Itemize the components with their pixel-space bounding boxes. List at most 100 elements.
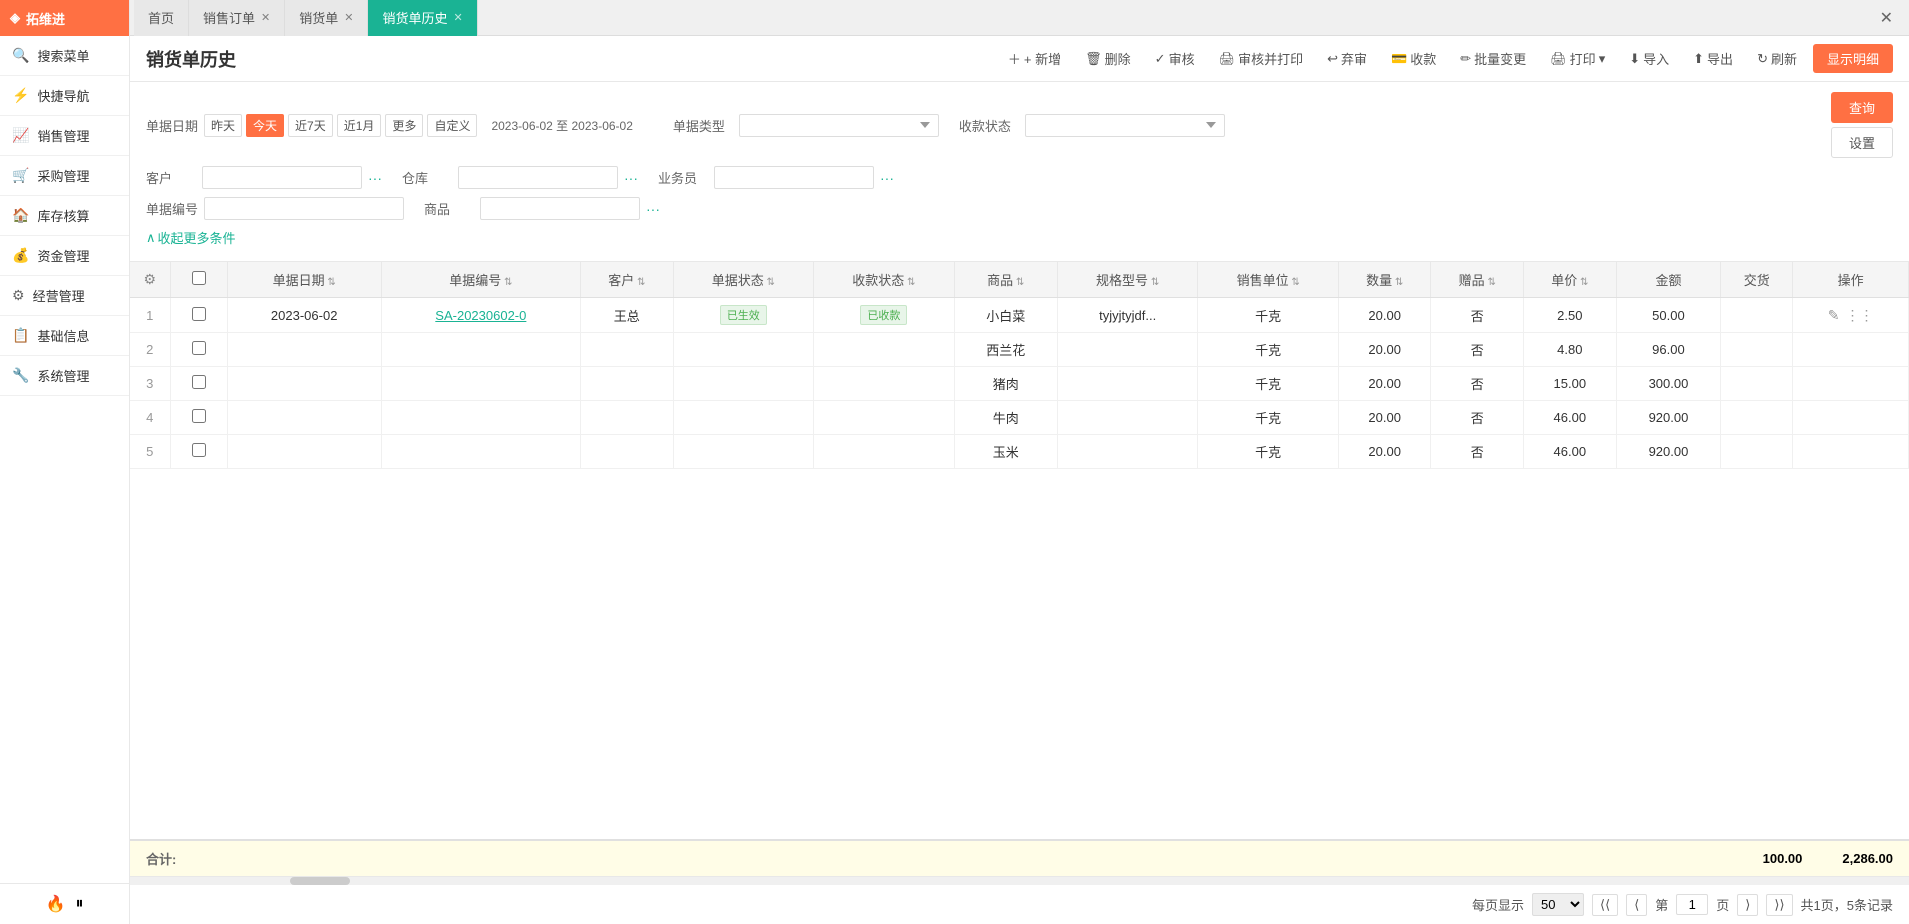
sidebar-item-finance-mgmt[interactable]: 💰 资金管理 [0,236,129,276]
date-yesterday-btn[interactable]: 昨天 [204,114,242,137]
col-customer[interactable]: 客户 [581,262,674,298]
doc-no-cell[interactable] [381,401,580,435]
sidebar-item-ops-mgmt[interactable]: ⚙ 经营管理 [0,276,129,316]
date-more-btn[interactable]: 更多 [385,114,423,137]
tab-sales-goods[interactable]: 销货单 ✕ [285,0,368,36]
doc-no-cell[interactable] [381,435,580,469]
money-icon: 💰 [12,247,29,264]
sidebar-item-system-mgmt[interactable]: 🔧 系统管理 [0,356,129,396]
page-size-select[interactable]: 50 10 20 100 [1532,893,1584,916]
doc-no-cell[interactable] [381,367,580,401]
doc-type-select[interactable] [739,114,939,137]
import-button[interactable]: ⬇ 导入 [1621,45,1677,72]
close-all-tabs-button[interactable]: ✕ [1868,8,1905,28]
col-pay-status[interactable]: 收款状态 [814,262,955,298]
tab-sales-goods-close[interactable]: ✕ [344,11,353,24]
payment-status-select[interactable] [1025,114,1225,137]
row-checkbox[interactable] [192,375,206,389]
setting-button[interactable]: 设置 [1831,127,1893,158]
product-input[interactable] [480,197,640,220]
pause-icon[interactable]: ⏸ [75,895,83,913]
refresh-button[interactable]: ↻ 刷新 [1749,45,1805,72]
warehouse-ellipsis-btn[interactable]: ··· [624,170,638,186]
date-custom-btn[interactable]: 自定义 [427,114,477,137]
product-ellipsis-btn[interactable]: ··· [646,201,660,217]
print-button[interactable]: 🖨 打印 ▾ [1542,45,1613,72]
batch-change-button[interactable]: ✏ 批量变更 [1452,45,1534,72]
row-checkbox[interactable] [192,307,206,321]
doc-no-input[interactable] [204,197,404,220]
sidebar-item-purchase-mgmt[interactable]: 🛒 采购管理 [0,156,129,196]
sidebar-item-search-menu[interactable]: 🔍 搜索菜单 [0,36,129,76]
col-gift[interactable]: 赠品 [1431,262,1524,298]
abandon-button[interactable]: ↩ 弃审 [1319,45,1375,72]
col-unit[interactable]: 销售单位 [1198,262,1339,298]
col-product[interactable]: 商品 [954,262,1057,298]
warehouse-input[interactable] [458,166,618,189]
tab-sales-order[interactable]: 销售订单 ✕ [189,0,285,36]
tab-sales-history[interactable]: 销货单历史 ✕ [368,0,477,36]
col-doc-no[interactable]: 单据编号 [381,262,580,298]
row-checkbox-cell[interactable] [170,333,227,367]
tab-home[interactable]: 首页 [134,0,189,36]
sidebar-item-quick-nav[interactable]: ⚡ 快捷导航 [0,76,129,116]
row-checkbox-cell[interactable] [170,298,227,333]
row-checkbox-cell[interactable] [170,367,227,401]
date-today-btn[interactable]: 今天 [246,114,284,137]
export-button[interactable]: ⬆ 导出 [1685,45,1741,72]
fire-icon[interactable]: 🔥 [46,894,66,914]
date-7days-btn[interactable]: 近7天 [288,114,333,137]
salesperson-input[interactable] [714,166,874,189]
page-input[interactable] [1676,894,1708,915]
delete-button[interactable]: 🗑 删除 [1077,45,1139,72]
row-checkbox-cell[interactable] [170,435,227,469]
audit-print-button[interactable]: 🖨 审核并打印 [1211,45,1312,72]
sidebar-item-sales-mgmt[interactable]: 📈 销售管理 [0,116,129,156]
audit-button[interactable]: ✓ 审核 [1147,45,1203,72]
doc-no-link[interactable]: SA-20230602-0 [435,308,526,323]
display-detail-button[interactable]: 显示明细 [1813,44,1893,73]
last-page-button[interactable]: ⟩⟩ [1766,894,1792,916]
doc-no-cell[interactable] [381,333,580,367]
next-page-button[interactable]: ⟩ [1737,894,1758,916]
doc-no-cell[interactable]: SA-20230602-0 [381,298,580,333]
tab-sales-history-close[interactable]: ✕ [454,11,463,24]
horizontal-scrollbar[interactable] [130,876,1909,884]
gear-settings-icon[interactable]: ⚙ [143,271,156,288]
more-ops-icon[interactable]: ⋮⋮ [1845,307,1873,324]
query-section: 查询 设置 [1831,92,1893,158]
row-checkbox-cell[interactable] [170,401,227,435]
qty-cell: 20.00 [1338,401,1431,435]
customer-input[interactable] [202,166,362,189]
row-checkbox[interactable] [192,409,206,423]
scrollbar-thumb[interactable] [290,877,350,885]
page-title: 销货单历史 [146,46,236,72]
collect-button[interactable]: 💳 收款 [1383,45,1444,72]
col-doc-date[interactable]: 单据日期 [227,262,381,298]
col-qty[interactable]: 数量 [1338,262,1431,298]
row-checkbox[interactable] [192,341,206,355]
gift-cell: 否 [1431,298,1524,333]
pay-status-cell [814,333,955,367]
col-price[interactable]: 单价 [1524,262,1617,298]
edit-icon[interactable]: ✎ [1828,307,1840,324]
salesperson-ellipsis-btn[interactable]: ··· [880,170,894,186]
sidebar-label-finance-mgmt: 资金管理 [37,246,89,265]
new-button[interactable]: ＋ + 新增 [1000,45,1069,72]
row-checkbox[interactable] [192,443,206,457]
select-all-checkbox[interactable] [192,271,206,285]
sidebar-item-basic-info[interactable]: 📋 基础信息 [0,316,129,356]
tab-sales-order-close[interactable]: ✕ [261,11,270,24]
first-page-button[interactable]: ⟨⟨ [1592,894,1618,916]
product-cell: 牛肉 [954,401,1057,435]
query-button[interactable]: 查询 [1831,92,1893,123]
doc-date-cell [227,435,381,469]
col-spec[interactable]: 规格型号 [1057,262,1198,298]
sidebar-item-inventory-calc[interactable]: 🏠 库存核算 [0,196,129,236]
customer-ellipsis-btn[interactable]: ··· [368,170,382,186]
date-1month-btn[interactable]: 近1月 [337,114,382,137]
collapse-button[interactable]: ∧ 收起更多条件 [146,228,1893,247]
col-doc-status[interactable]: 单据状态 [673,262,814,298]
col-gear[interactable]: ⚙ [130,262,170,298]
prev-page-button[interactable]: ⟨ [1626,894,1647,916]
